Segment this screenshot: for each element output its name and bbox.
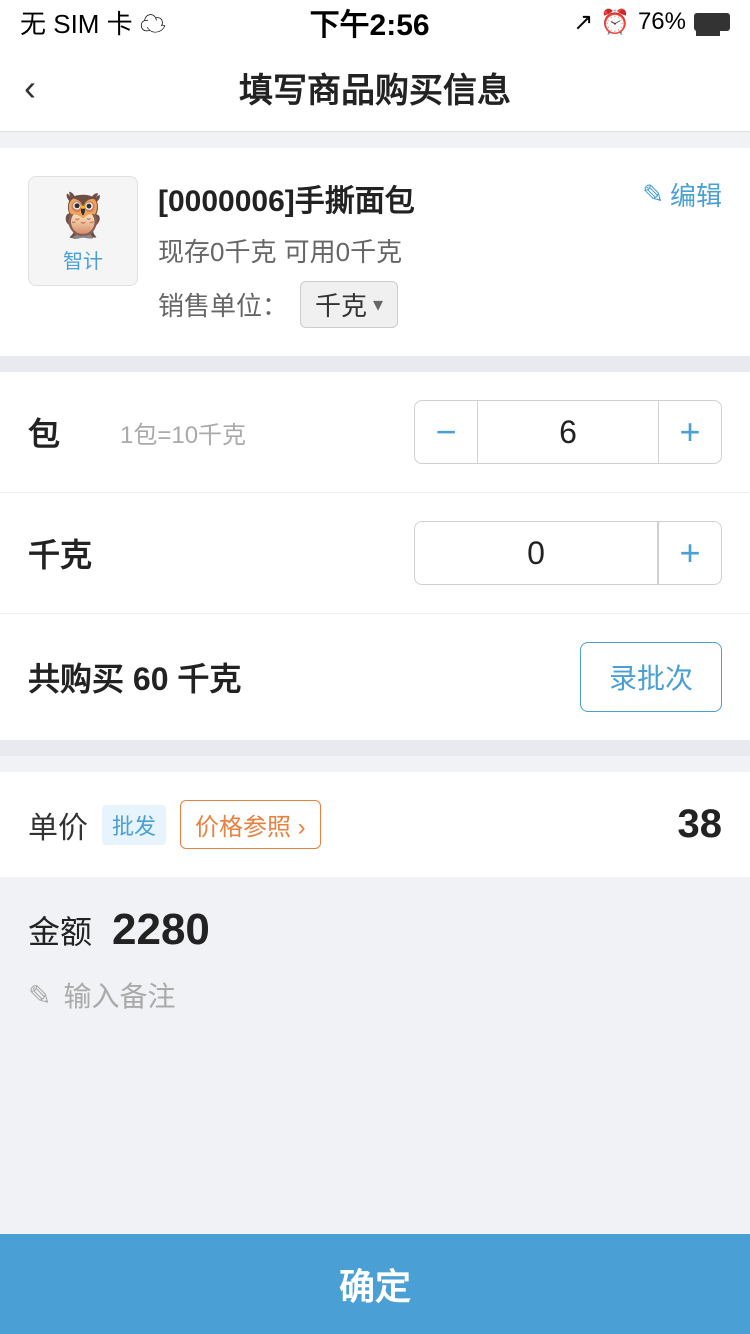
bao-minus-button[interactable]: − (414, 400, 478, 464)
page-title: 填写商品购买信息 (239, 63, 511, 112)
amount-value: 2280 (112, 905, 210, 955)
bao-label: 包 (28, 409, 108, 455)
amount-row: 金额 2280 (28, 905, 722, 955)
edit-label: 编辑 (670, 176, 722, 213)
product-name: [0000006]手撕面包 (158, 176, 722, 220)
product-brand-label: 智计 (63, 245, 103, 274)
bao-plus-button[interactable]: + (658, 400, 722, 464)
total-text: 共购买 60 千克 (28, 654, 241, 700)
status-right: ↗ ⏰ 76% (573, 8, 730, 37)
product-unit-row: 销售单位： 千克 ▾ (158, 281, 722, 328)
kg-quantity-control: + (414, 521, 722, 585)
product-info: [0000006]手撕面包 现存0千克 可用0千克 销售单位： 千克 ▾ (158, 176, 722, 328)
amount-label: 金额 (28, 907, 92, 953)
chevron-down-icon: ▾ (373, 292, 383, 317)
unit-label: 销售单位： (158, 286, 288, 323)
unit-select[interactable]: 千克 ▾ (300, 281, 398, 328)
note-placeholder: 输入备注 (63, 975, 175, 1015)
status-left: 无 SIM 卡 ☁ (20, 4, 166, 41)
total-row: 共购买 60 千克 录批次 (0, 614, 750, 740)
edit-button[interactable]: ✎ 编辑 (642, 176, 722, 213)
separator-2 (0, 740, 750, 756)
sim-status: 无 SIM 卡 ☁ (20, 4, 166, 41)
battery-level: 76% (638, 8, 686, 36)
batch-button[interactable]: 录批次 (580, 642, 722, 712)
kg-plus-button[interactable]: + (658, 521, 722, 585)
amount-section: 金额 2280 ✎ 输入备注 (0, 877, 750, 1035)
bao-quantity-row: 包 1包=10千克 − + (0, 372, 750, 493)
battery-icon: ↗ ⏰ (573, 8, 630, 37)
quantity-section: 包 1包=10千克 − + 千克 + (0, 372, 750, 614)
note-row[interactable]: ✎ 输入备注 (28, 975, 722, 1015)
pencil-icon: ✎ (28, 979, 51, 1012)
kg-quantity-input[interactable] (414, 521, 658, 585)
price-reference-button[interactable]: 价格参照 › (180, 800, 321, 849)
status-bar: 无 SIM 卡 ☁ 下午2:56 ↗ ⏰ 76% (0, 0, 750, 44)
confirm-label: 确定 (339, 1258, 411, 1310)
product-stock: 现存0千克 可用0千克 (158, 232, 722, 269)
confirm-button[interactable]: 确定 (0, 1234, 750, 1334)
price-label: 单价 (28, 803, 88, 847)
unit-value: 千克 (315, 286, 367, 323)
bao-quantity-control: − + (414, 400, 722, 464)
separator-1 (0, 356, 750, 372)
battery-bar (694, 13, 730, 31)
kg-label: 千克 (28, 530, 108, 576)
back-button[interactable]: ‹ (24, 67, 36, 109)
product-image: 🦉 智计 (28, 176, 138, 286)
price-left: 单价 批发 价格参照 › (28, 800, 321, 849)
nav-bar: ‹ 填写商品购买信息 (0, 44, 750, 132)
edit-icon: ✎ (642, 179, 664, 210)
price-reference-label: 价格参照 › (195, 807, 306, 842)
price-section: 单价 批发 价格参照 › 38 (0, 772, 750, 877)
price-batch-tag: 批发 (102, 805, 166, 845)
price-value: 38 (678, 802, 723, 847)
kg-quantity-row: 千克 + (0, 493, 750, 614)
status-time: 下午2:56 (310, 0, 430, 44)
price-row: 单价 批发 价格参照 › 38 (28, 800, 722, 849)
bao-quantity-input[interactable] (478, 400, 658, 464)
product-owl-icon: 🦉 (56, 189, 111, 241)
bao-hint: 1包=10千克 (120, 415, 414, 450)
product-card: 🦉 智计 [0000006]手撕面包 现存0千克 可用0千克 销售单位： 千克 … (0, 148, 750, 356)
